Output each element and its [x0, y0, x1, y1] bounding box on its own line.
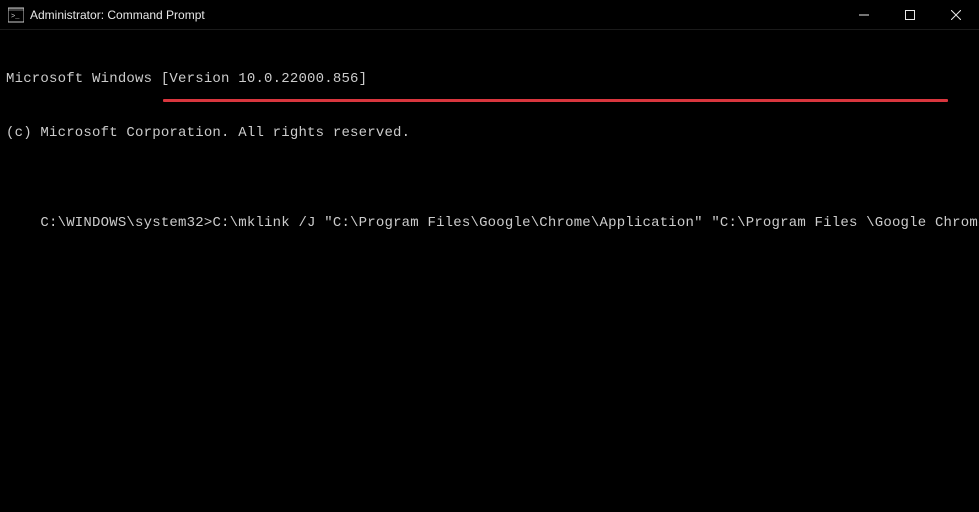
command-text: C:\mklink /J "C:\Program Files\Google\Ch… [212, 215, 979, 231]
window-title: Administrator: Command Prompt [30, 8, 205, 22]
titlebar: >_ Administrator: Command Prompt [0, 0, 979, 30]
terminal-output: Microsoft Windows [Version 10.0.22000.85… [0, 30, 979, 254]
close-button[interactable] [933, 0, 979, 30]
copyright-line: (c) Microsoft Corporation. All rights re… [6, 124, 973, 142]
terminal-area[interactable]: Microsoft Windows [Version 10.0.22000.85… [0, 30, 979, 254]
maximize-button[interactable] [887, 0, 933, 30]
window-controls [841, 0, 979, 29]
version-line: Microsoft Windows [Version 10.0.22000.85… [6, 70, 973, 88]
titlebar-left: >_ Administrator: Command Prompt [8, 7, 205, 23]
minimize-button[interactable] [841, 0, 887, 30]
prompt: C:\WINDOWS\system32> [40, 215, 212, 231]
command-line: C:\WINDOWS\system32>C:\mklink /J "C:\Pro… [40, 214, 979, 232]
blank-line [6, 178, 973, 196]
highlight-underline [163, 99, 948, 102]
command-prompt-icon: >_ [8, 7, 24, 23]
svg-text:>_: >_ [11, 13, 20, 21]
